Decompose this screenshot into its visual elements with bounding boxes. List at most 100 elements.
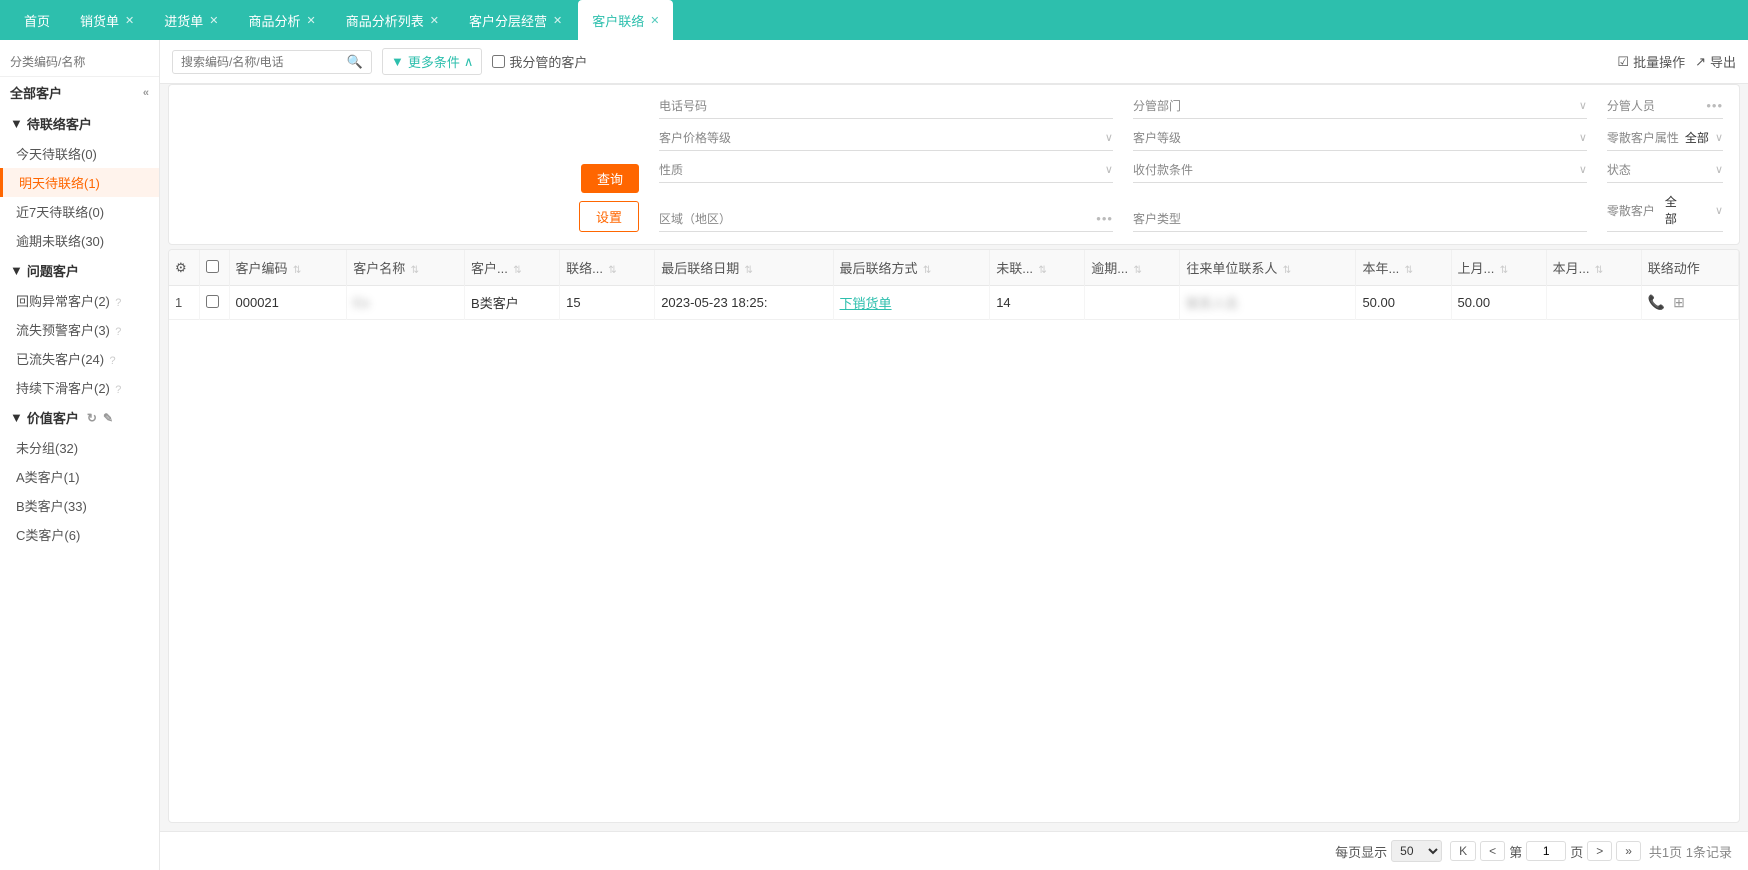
row-actions[interactable]: 📞 ⊞ [1641, 286, 1738, 320]
next-page-button[interactable]: > [1587, 841, 1612, 861]
sidebar-item-tomorrow[interactable]: 明天待联络(1) [0, 168, 159, 197]
group-value-customers[interactable]: ▼ 价值客户 ↻ ✎ [0, 402, 159, 433]
sidebar-item-declining[interactable]: 持续下滑客户(2) ? [0, 373, 159, 402]
close-product-analysis-icon[interactable]: ✕ [307, 14, 316, 27]
nav-customer-contact[interactable]: 客户联络 ✕ [578, 0, 673, 40]
status-arrow[interactable]: ∨ [1715, 163, 1723, 176]
sort-icon-overdue[interactable]: ⇅ [1133, 265, 1141, 276]
all-customers-section[interactable]: 全部客户 « [0, 77, 159, 108]
customer-level-arrow[interactable]: ∨ [1579, 131, 1587, 144]
filter-customer-level[interactable]: 客户等级 ∨ [1133, 129, 1587, 151]
sidebar-item-type-a[interactable]: A类客户(1) [0, 462, 159, 491]
col-contact[interactable]: 联络... ⇅ [560, 250, 655, 286]
sort-icon-last-date[interactable]: ⇅ [745, 265, 753, 276]
close-sales-icon[interactable]: ✕ [125, 14, 134, 27]
more-filter-button[interactable]: ▼ 更多条件 ∧ [382, 48, 482, 75]
help-icon-1[interactable]: ? [115, 297, 121, 309]
help-icon-2[interactable]: ? [115, 326, 121, 338]
sort-icon-code[interactable]: ⇅ [293, 265, 301, 276]
last-page-button[interactable]: » [1616, 841, 1641, 861]
row-select-checkbox[interactable] [206, 295, 219, 308]
col-uncontacted[interactable]: 未联... ⇅ [990, 250, 1085, 286]
filter-payment[interactable]: 收付款条件 ∨ [1133, 161, 1587, 183]
search-icon[interactable]: 🔍 [347, 54, 363, 70]
sidebar-item-type-c[interactable]: C类客户(6) [0, 520, 159, 549]
filter-status[interactable]: 状态 ∨ [1607, 161, 1723, 183]
payment-arrow[interactable]: ∨ [1579, 163, 1587, 176]
query-button[interactable]: 查询 [581, 164, 639, 193]
department-arrow[interactable]: ∨ [1579, 99, 1587, 112]
sort-icon-name[interactable]: ⇅ [411, 265, 419, 276]
filter-manager[interactable]: 分管人员 ••• [1607, 97, 1723, 119]
gear-icon[interactable]: ⚙ [175, 260, 187, 275]
sidebar-item-repurchase[interactable]: 回购异常客户(2) ? [0, 286, 159, 315]
nav-product-analysis-list[interactable]: 商品分析列表 ✕ [332, 0, 453, 40]
col-this-month[interactable]: 本月... ⇅ [1546, 250, 1641, 286]
action-qr-icon[interactable]: ⊞ [1673, 294, 1685, 311]
region-dots[interactable]: ••• [1096, 211, 1113, 226]
col-name[interactable]: 客户名称 ⇅ [347, 250, 465, 286]
close-product-analysis-list-icon[interactable]: ✕ [430, 14, 439, 27]
sidebar-item-today[interactable]: 今天待联络(0) [0, 139, 159, 168]
close-customer-contact-icon[interactable]: ✕ [650, 14, 659, 27]
batch-operation-button[interactable]: ☑ 批量操作 [1617, 52, 1685, 71]
group-problem-customers[interactable]: ▼ 问题客户 [0, 255, 159, 286]
sidebar-search-box[interactable]: 🔍 [0, 48, 159, 77]
my-customer-checkbox-label[interactable]: 我分管的客户 [492, 52, 587, 71]
refresh-icon[interactable]: ↻ [87, 411, 97, 425]
row-name[interactable]: Ea [347, 286, 465, 320]
col-related-contact[interactable]: 往来单位联系人 ⇅ [1180, 250, 1356, 286]
per-page-select[interactable]: 50 100 200 [1391, 840, 1442, 862]
sidebar-item-week7[interactable]: 近7天待联络(0) [0, 197, 159, 226]
col-checkbox[interactable] [199, 250, 229, 286]
filter-region[interactable]: 区域（地区） ••• [659, 210, 1113, 232]
nav-purchase[interactable]: 进货单 ✕ [150, 0, 232, 40]
sidebar-item-ungrouped[interactable]: 未分组(32) [0, 433, 159, 462]
retail-attr-arrow[interactable]: ∨ [1715, 131, 1723, 144]
sort-icon-last-method[interactable]: ⇅ [923, 265, 931, 276]
first-page-button[interactable]: K [1450, 841, 1476, 861]
nature-arrow[interactable]: ∨ [1105, 163, 1113, 176]
filter-price-level[interactable]: 客户价格等级 ∨ [659, 129, 1113, 151]
group-pending-contact[interactable]: ▼ 待联络客户 [0, 108, 159, 139]
sidebar-search-input[interactable] [10, 55, 160, 69]
filter-department[interactable]: 分管部门 ∨ [1133, 97, 1587, 119]
filter-nature[interactable]: 性质 ∨ [659, 161, 1113, 183]
col-actions[interactable]: 联络动作 [1641, 250, 1738, 286]
sort-icon-last-month[interactable]: ⇅ [1500, 265, 1508, 276]
sort-icon-this-month[interactable]: ⇅ [1595, 265, 1603, 276]
close-customer-tier-icon[interactable]: ✕ [553, 14, 562, 27]
sort-icon-type[interactable]: ⇅ [513, 265, 521, 276]
nav-product-analysis[interactable]: 商品分析 ✕ [234, 0, 329, 40]
help-icon-3[interactable]: ? [109, 355, 115, 367]
edit-icon[interactable]: ✎ [103, 411, 113, 425]
sidebar-item-churn-warn[interactable]: 流失预警客户(3) ? [0, 315, 159, 344]
page-size-selector[interactable]: 每页显示 50 100 200 [1335, 840, 1442, 862]
filter-retail-customer[interactable]: 零散客户 全部 ∨ [1607, 193, 1723, 232]
sort-icon-this-year[interactable]: ⇅ [1405, 265, 1413, 276]
col-type[interactable]: 客户... ⇅ [465, 250, 560, 286]
row-checkbox[interactable] [199, 286, 229, 320]
sort-icon-related[interactable]: ⇅ [1283, 265, 1291, 276]
col-code[interactable]: 客户编码 ⇅ [229, 250, 347, 286]
col-last-month[interactable]: 上月... ⇅ [1451, 250, 1546, 286]
filter-customer-type[interactable]: 客户类型 [1133, 210, 1587, 232]
nav-customer-tier[interactable]: 客户分层经营 ✕ [455, 0, 576, 40]
col-this-year[interactable]: 本年... ⇅ [1356, 250, 1451, 286]
manager-dots[interactable]: ••• [1706, 98, 1723, 113]
filter-retail-attr[interactable]: 零散客户属性 全部 ∨ [1607, 129, 1723, 151]
select-all-checkbox[interactable] [206, 260, 219, 273]
row-last-method[interactable]: 下销货单 [833, 286, 990, 320]
col-last-method[interactable]: 最后联络方式 ⇅ [833, 250, 990, 286]
close-purchase-icon[interactable]: ✕ [209, 14, 218, 27]
collapse-icon[interactable]: « [143, 87, 149, 99]
search-input[interactable] [181, 55, 347, 69]
page-number-input[interactable] [1526, 841, 1566, 861]
action-phone-icon[interactable]: 📞 [1648, 294, 1665, 311]
sidebar-item-churned[interactable]: 已流失客户(24) ? [0, 344, 159, 373]
sort-icon-contact[interactable]: ⇅ [608, 265, 616, 276]
col-last-date[interactable]: 最后联络日期 ⇅ [655, 250, 833, 286]
reset-button[interactable]: 设置 [579, 201, 639, 232]
sidebar-item-overdue[interactable]: 逾期未联络(30) [0, 226, 159, 255]
nav-sales[interactable]: 销货单 ✕ [66, 0, 148, 40]
